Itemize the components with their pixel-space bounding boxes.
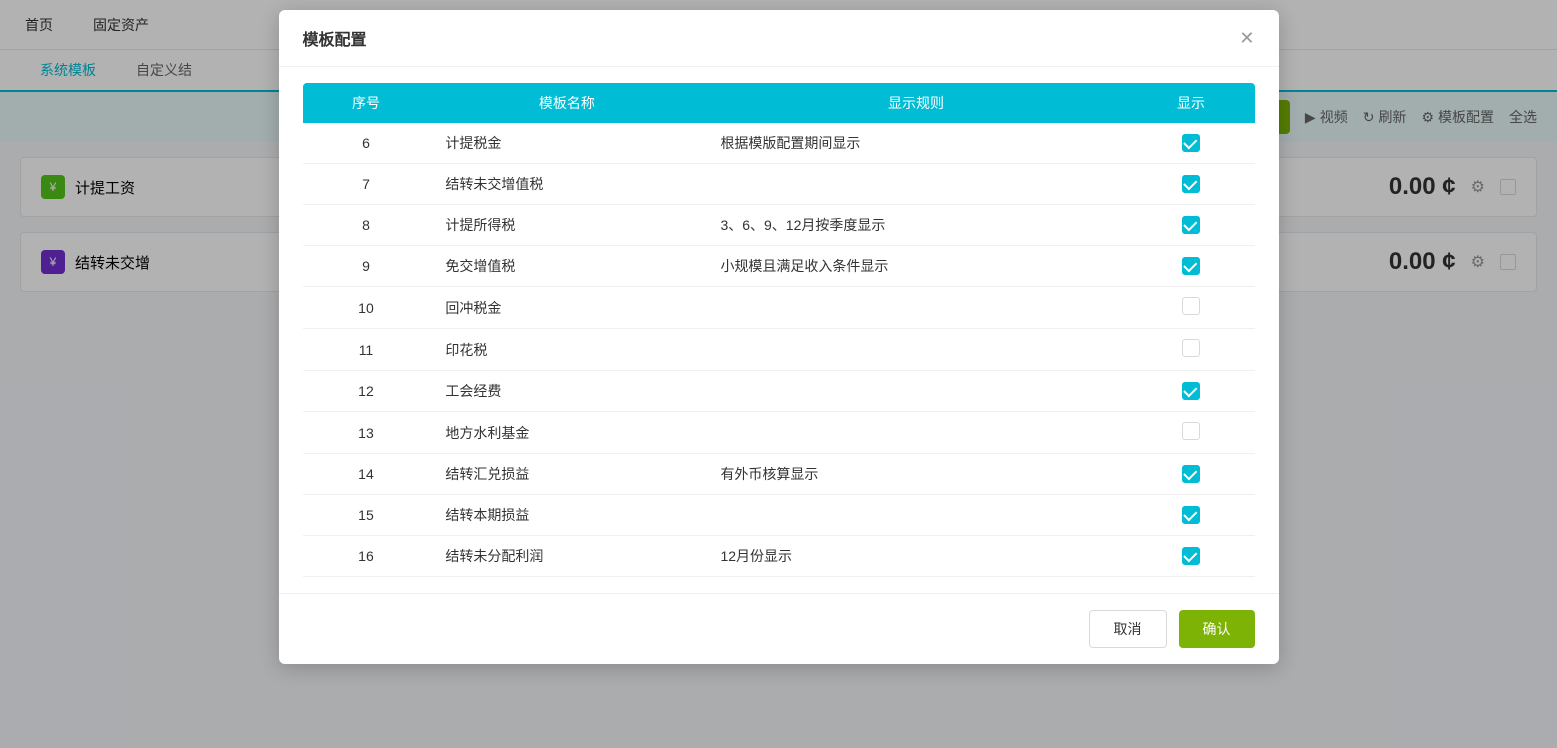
cell-seq: 14: [303, 454, 430, 495]
cell-show: [1128, 287, 1255, 329]
cell-name: 回冲税金: [429, 287, 704, 329]
cell-show: [1128, 536, 1255, 577]
checkbox-checked[interactable]: [1182, 257, 1200, 275]
cell-show: [1128, 246, 1255, 287]
table-wrapper: 序号 模板名称 显示规则 显示 6计提税金根据模版配置期间显示7结转未交增值税8…: [303, 83, 1255, 577]
cell-rule: [704, 495, 1127, 536]
cell-seq: 13: [303, 412, 430, 454]
cell-name: 计提税金: [429, 123, 704, 164]
table-row: 15结转本期损益: [303, 495, 1255, 536]
cell-show: [1128, 454, 1255, 495]
cell-name: 结转未交增值税: [429, 164, 704, 205]
cell-show: [1128, 123, 1255, 164]
checkbox-unchecked[interactable]: [1182, 339, 1200, 357]
col-show: 显示: [1128, 83, 1255, 123]
cell-seq: 12: [303, 371, 430, 412]
checkbox-checked[interactable]: [1182, 216, 1200, 234]
checkbox-unchecked[interactable]: [1182, 422, 1200, 440]
cell-rule: [704, 287, 1127, 329]
checkbox-checked[interactable]: [1182, 506, 1200, 524]
modal-footer: 取消 确认: [279, 593, 1279, 664]
cell-show: [1128, 329, 1255, 371]
confirm-button[interactable]: 确认: [1179, 610, 1255, 648]
cell-show: [1128, 495, 1255, 536]
cell-rule: 3、6、9、12月按季度显示: [704, 205, 1127, 246]
cancel-button[interactable]: 取消: [1089, 610, 1167, 648]
cell-show: [1128, 205, 1255, 246]
col-seq: 序号: [303, 83, 430, 123]
cell-seq: 10: [303, 287, 430, 329]
checkbox-unchecked[interactable]: [1182, 297, 1200, 315]
col-name: 模板名称: [429, 83, 704, 123]
cell-name: 结转本期损益: [429, 495, 704, 536]
cell-rule: 小规模且满足收入条件显示: [704, 246, 1127, 287]
cell-seq: 11: [303, 329, 430, 371]
cell-seq: 9: [303, 246, 430, 287]
cell-name: 结转汇兑损益: [429, 454, 704, 495]
checkbox-checked[interactable]: [1182, 465, 1200, 483]
cell-show: [1128, 371, 1255, 412]
cell-rule: [704, 371, 1127, 412]
table-row: 13地方水利基金: [303, 412, 1255, 454]
modal-header: 模板配置 ✕: [279, 10, 1279, 67]
cell-name: 计提所得税: [429, 205, 704, 246]
col-rule: 显示规则: [704, 83, 1127, 123]
checkbox-checked[interactable]: [1182, 547, 1200, 565]
modal-close-button[interactable]: ✕: [1239, 29, 1254, 47]
table-row: 7结转未交增值税: [303, 164, 1255, 205]
table-row: 11印花税: [303, 329, 1255, 371]
table-row: 12工会经费: [303, 371, 1255, 412]
config-table: 序号 模板名称 显示规则 显示 6计提税金根据模版配置期间显示7结转未交增值税8…: [303, 83, 1255, 577]
checkbox-checked[interactable]: [1182, 175, 1200, 193]
modal-overlay: 模板配置 ✕ 序号 模板名称 显示规则 显示 6计提税金根据模版配置期间显: [0, 0, 1557, 748]
cell-seq: 7: [303, 164, 430, 205]
cell-rule: [704, 329, 1127, 371]
table-row: 10回冲税金: [303, 287, 1255, 329]
cell-rule: 12月份显示: [704, 536, 1127, 577]
table-row: 16结转未分配利润12月份显示: [303, 536, 1255, 577]
checkbox-checked[interactable]: [1182, 134, 1200, 152]
cell-name: 免交增值税: [429, 246, 704, 287]
table-row: 14结转汇兑损益有外币核算显示: [303, 454, 1255, 495]
cell-name: 印花税: [429, 329, 704, 371]
table-row: 9免交增值税小规模且满足收入条件显示: [303, 246, 1255, 287]
modal-title: 模板配置: [303, 26, 367, 50]
modal-body[interactable]: 序号 模板名称 显示规则 显示 6计提税金根据模版配置期间显示7结转未交增值税8…: [279, 67, 1279, 593]
template-config-modal: 模板配置 ✕ 序号 模板名称 显示规则 显示 6计提税金根据模版配置期间显: [279, 10, 1279, 664]
checkbox-checked[interactable]: [1182, 382, 1200, 400]
cell-rule: 根据模版配置期间显示: [704, 123, 1127, 164]
cell-rule: 有外币核算显示: [704, 454, 1127, 495]
cell-show: [1128, 412, 1255, 454]
cell-seq: 6: [303, 123, 430, 164]
cell-seq: 8: [303, 205, 430, 246]
cell-name: 工会经费: [429, 371, 704, 412]
cell-show: [1128, 164, 1255, 205]
cell-rule: [704, 412, 1127, 454]
table-row: 8计提所得税3、6、9、12月按季度显示: [303, 205, 1255, 246]
cell-name: 结转未分配利润: [429, 536, 704, 577]
cell-name: 地方水利基金: [429, 412, 704, 454]
cell-seq: 15: [303, 495, 430, 536]
cell-seq: 16: [303, 536, 430, 577]
cell-rule: [704, 164, 1127, 205]
table-row: 6计提税金根据模版配置期间显示: [303, 123, 1255, 164]
